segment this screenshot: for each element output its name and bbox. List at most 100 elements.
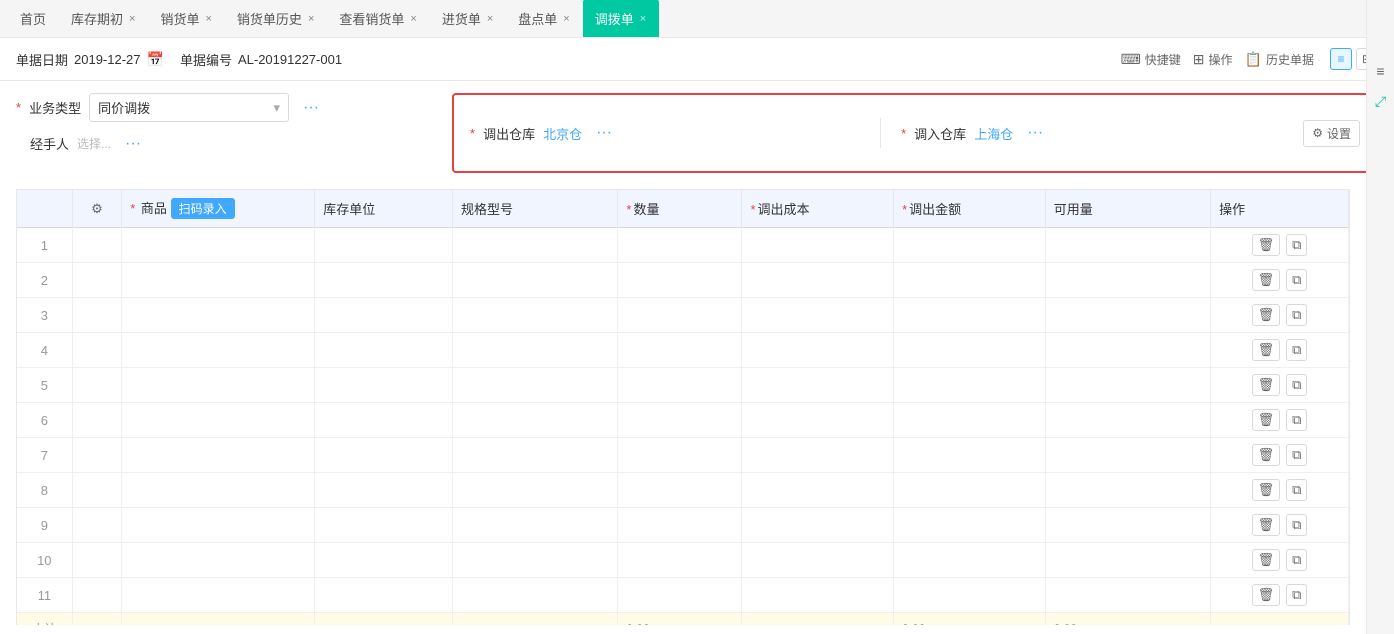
row-goods[interactable] — [122, 473, 315, 508]
shortcut-button[interactable]: ⌨ 快捷键 — [1121, 51, 1181, 68]
row-qty[interactable] — [618, 263, 742, 298]
row-amount[interactable] — [894, 263, 1046, 298]
row-cost[interactable] — [742, 263, 894, 298]
tab-close-inventory-init[interactable]: × — [129, 13, 135, 25]
gear-icon[interactable]: ⚙ — [91, 201, 103, 216]
warehouse-in-more[interactable]: ··· — [1027, 124, 1043, 142]
row-cost[interactable] — [742, 403, 894, 438]
row-qty[interactable] — [618, 438, 742, 473]
row-unit[interactable] — [315, 368, 453, 403]
row-goods[interactable] — [122, 508, 315, 543]
row-cost[interactable] — [742, 508, 894, 543]
row-amount[interactable] — [894, 368, 1046, 403]
delete-row-button[interactable]: 🗑 — [1252, 269, 1281, 291]
history-button[interactable]: 📋 历史单据 — [1245, 51, 1314, 68]
row-unit[interactable] — [315, 333, 453, 368]
row-amount[interactable] — [894, 473, 1046, 508]
row-spec[interactable] — [453, 473, 618, 508]
delete-row-button[interactable]: 🗑 — [1252, 374, 1281, 396]
row-cost[interactable] — [742, 333, 894, 368]
tab-home[interactable]: 首页 — [8, 0, 59, 37]
tab-close-inventory-check[interactable]: × — [563, 13, 569, 25]
settings-button[interactable]: ⚙ 设置 — [1303, 120, 1360, 147]
tab-inventory-init[interactable]: 库存期初 × — [59, 0, 148, 37]
row-spec[interactable] — [453, 228, 618, 263]
tab-sales-order[interactable]: 销货单 × — [148, 0, 224, 37]
tab-inventory-check[interactable]: 盘点单 × — [506, 0, 582, 37]
row-spec[interactable] — [453, 263, 618, 298]
copy-row-button[interactable]: ⧉ — [1286, 444, 1307, 466]
tab-close-purchase[interactable]: × — [487, 13, 493, 25]
business-type-select[interactable]: 同价调拨 ▾ — [89, 93, 289, 122]
delete-row-button[interactable]: 🗑 — [1252, 549, 1281, 571]
row-cost[interactable] — [742, 298, 894, 333]
layout-list-button[interactable]: ≡ — [1330, 48, 1352, 70]
row-qty[interactable] — [618, 298, 742, 333]
row-spec[interactable] — [453, 508, 618, 543]
row-goods[interactable] — [122, 438, 315, 473]
tab-purchase[interactable]: 进货单 × — [430, 0, 506, 37]
row-goods[interactable] — [122, 263, 315, 298]
row-unit[interactable] — [315, 578, 453, 613]
row-amount[interactable] — [894, 438, 1046, 473]
delete-row-button[interactable]: 🗑 — [1252, 339, 1281, 361]
tab-sales-history[interactable]: 销货单历史 × — [225, 0, 327, 37]
row-qty[interactable] — [618, 508, 742, 543]
row-unit[interactable] — [315, 438, 453, 473]
operate-button[interactable]: ⊞ 操作 — [1193, 51, 1233, 68]
row-spec[interactable] — [453, 298, 618, 333]
delete-row-button[interactable]: 🗑 — [1252, 479, 1281, 501]
row-unit[interactable] — [315, 508, 453, 543]
row-unit[interactable] — [315, 228, 453, 263]
tab-view-sales[interactable]: 查看销货单 × — [327, 0, 429, 37]
row-qty[interactable] — [618, 368, 742, 403]
row-qty[interactable] — [618, 578, 742, 613]
business-type-more[interactable]: ··· — [303, 99, 319, 117]
row-qty[interactable] — [618, 333, 742, 368]
row-cost[interactable] — [742, 228, 894, 263]
tab-close-sales-history[interactable]: × — [308, 13, 314, 25]
person-more[interactable]: ··· — [125, 135, 141, 153]
tab-close-view-sales[interactable]: × — [410, 13, 416, 25]
warehouse-out-value[interactable]: 北京仓 — [543, 124, 582, 143]
date-value[interactable]: 2019-12-27 — [74, 52, 141, 67]
row-goods[interactable] — [122, 543, 315, 578]
copy-row-button[interactable]: ⧉ — [1286, 584, 1307, 606]
delete-row-button[interactable]: 🗑 — [1252, 409, 1281, 431]
row-unit[interactable] — [315, 403, 453, 438]
row-goods[interactable] — [122, 578, 315, 613]
row-cost[interactable] — [742, 368, 894, 403]
row-goods[interactable] — [122, 333, 315, 368]
copy-row-button[interactable]: ⧉ — [1286, 479, 1307, 501]
row-spec[interactable] — [453, 333, 618, 368]
delete-row-button[interactable]: 🗑 — [1252, 444, 1281, 466]
row-amount[interactable] — [894, 543, 1046, 578]
warehouse-in-value[interactable]: 上海仓 — [974, 124, 1013, 143]
row-qty[interactable] — [618, 543, 742, 578]
row-cost[interactable] — [742, 438, 894, 473]
copy-row-button[interactable]: ⧉ — [1286, 409, 1307, 431]
delete-row-button[interactable]: 🗑 — [1252, 584, 1281, 606]
row-unit[interactable] — [315, 473, 453, 508]
tab-close-sales-order[interactable]: × — [205, 13, 211, 25]
table-scroll-area[interactable]: ⚙ 商品 扫码录入 库存单位 规格型号 数量 调出成本 调出金额 可用量 操作 — [16, 181, 1350, 625]
tab-transfer[interactable]: 调拨单 × — [583, 0, 659, 37]
copy-row-button[interactable]: ⧉ — [1286, 374, 1307, 396]
row-qty[interactable] — [618, 473, 742, 508]
copy-row-button[interactable]: ⧉ — [1286, 514, 1307, 536]
sidebar-list-icon[interactable]: ≡ — [1370, 60, 1392, 82]
row-spec[interactable] — [453, 438, 618, 473]
person-select[interactable]: 选择... — [77, 135, 111, 152]
row-unit[interactable] — [315, 298, 453, 333]
row-cost[interactable] — [742, 473, 894, 508]
tab-close-transfer[interactable]: × — [640, 13, 646, 25]
scan-button[interactable]: 扫码录入 — [171, 198, 235, 219]
row-goods[interactable] — [122, 368, 315, 403]
row-qty[interactable] — [618, 228, 742, 263]
copy-row-button[interactable]: ⧉ — [1286, 269, 1307, 291]
row-amount[interactable] — [894, 403, 1046, 438]
row-amount[interactable] — [894, 333, 1046, 368]
row-cost[interactable] — [742, 543, 894, 578]
row-spec[interactable] — [453, 368, 618, 403]
row-unit[interactable] — [315, 543, 453, 578]
